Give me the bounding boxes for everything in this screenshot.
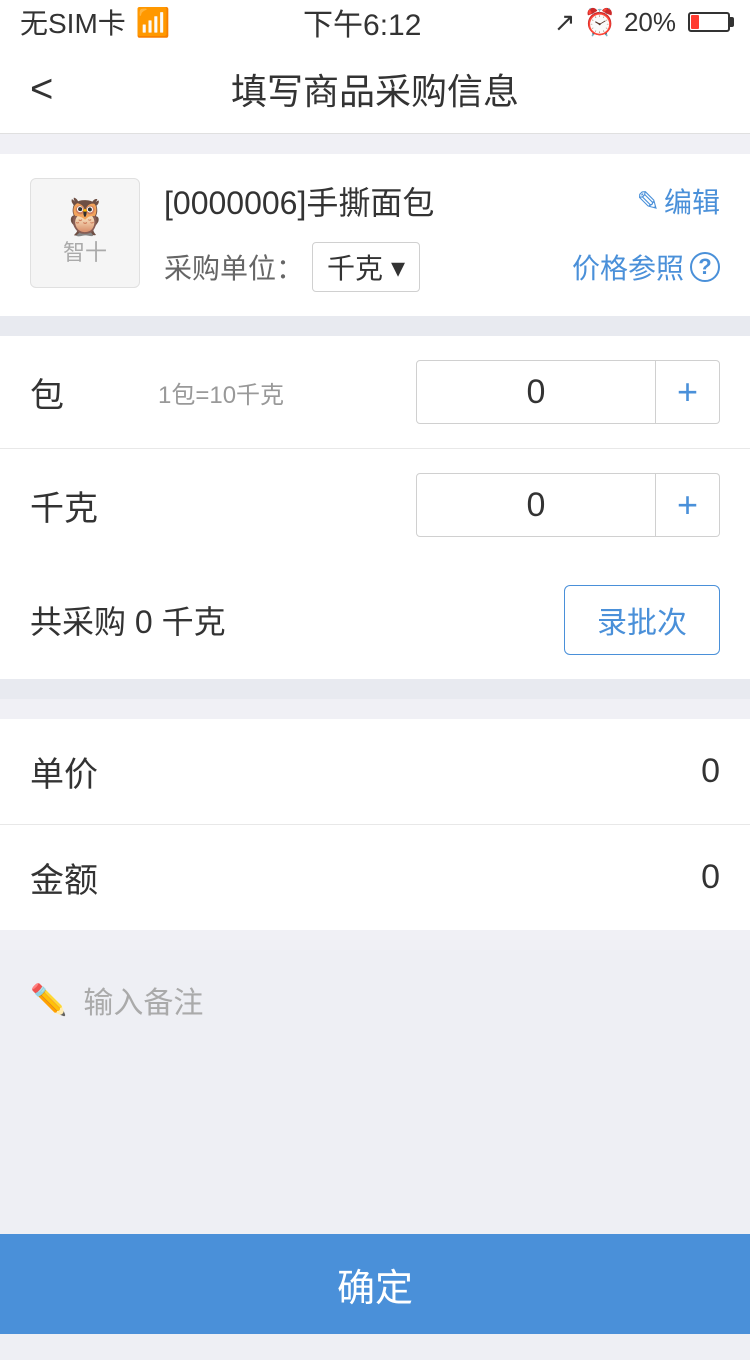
edit-label: 编辑 bbox=[664, 181, 720, 221]
qty-input-kg[interactable] bbox=[416, 473, 656, 537]
quantity-section: 包 1包=10千克 + 千克 + bbox=[0, 336, 750, 561]
price-ref-button[interactable]: 价格参照 ? bbox=[572, 247, 720, 287]
product-logo-label: 智十 bbox=[63, 235, 108, 267]
summary-text: 共采购 0 千克 bbox=[30, 597, 564, 643]
qty-controls-kg: + bbox=[416, 473, 720, 537]
product-card: 🦉 智十 [0000006]手撕面包 ✎ 编辑 采购单位： 千克 ▾ 价格参照 … bbox=[0, 154, 750, 316]
qty-controls-bag: + bbox=[416, 360, 720, 424]
product-image: 🦉 智十 bbox=[30, 178, 140, 288]
qty-sublabel-bag: 1包=10千克 bbox=[158, 375, 416, 410]
price-ref-label: 价格参照 bbox=[572, 247, 684, 287]
unit-dropdown[interactable]: 千克 ▾ bbox=[312, 242, 420, 292]
qty-label-kg: 千克 bbox=[30, 481, 150, 530]
unit-value: 千克 bbox=[327, 247, 383, 287]
amount-label: 金额 bbox=[30, 853, 701, 902]
notes-placeholder-text: 输入备注 bbox=[83, 978, 203, 1022]
unit-price-row: 单价 0 bbox=[0, 719, 750, 825]
carrier-label: 无SIM卡 bbox=[20, 2, 126, 42]
batch-record-button[interactable]: 录批次 bbox=[564, 585, 720, 655]
status-time: 下午6:12 bbox=[303, 0, 421, 44]
confirm-button[interactable]: 确定 bbox=[0, 1234, 750, 1334]
product-logo-icon: 🦉 bbox=[63, 199, 108, 235]
wifi-icon: 📶 bbox=[136, 6, 171, 39]
qty-input-bag[interactable] bbox=[416, 360, 656, 424]
amount-row: 金额 0 bbox=[0, 825, 750, 930]
notes-section[interactable]: ✏️ 输入备注 bbox=[0, 950, 750, 1050]
section-divider-1 bbox=[0, 316, 750, 336]
dropdown-arrow-icon: ▾ bbox=[391, 251, 405, 284]
battery-percent: 20% bbox=[624, 7, 676, 38]
edit-button[interactable]: ✎ 编辑 bbox=[637, 181, 720, 221]
notes-pencil-icon: ✏️ bbox=[30, 983, 67, 1018]
product-name: [0000006]手撕面包 bbox=[164, 178, 434, 224]
qty-plus-bag[interactable]: + bbox=[656, 360, 720, 424]
summary-row: 共采购 0 千克 录批次 bbox=[0, 561, 750, 679]
quantity-row-bag: 包 1包=10千克 + bbox=[0, 336, 750, 449]
product-unit-row: 采购单位： 千克 ▾ 价格参照 ? bbox=[164, 242, 720, 292]
edit-icon: ✎ bbox=[637, 185, 660, 218]
quantity-row-kg: 千克 + bbox=[0, 449, 750, 561]
unit-price-value: 0 bbox=[701, 752, 720, 791]
price-ref-help-icon: ? bbox=[690, 252, 720, 282]
status-bar: 无SIM卡 📶 下午6:12 ↗ ⏰ 20% bbox=[0, 0, 750, 44]
product-header: [0000006]手撕面包 ✎ 编辑 bbox=[164, 178, 720, 224]
qty-label-bag: 包 bbox=[30, 368, 150, 417]
page-title: 填写商品采购信息 bbox=[231, 63, 519, 115]
unit-prefix-label: 采购单位： bbox=[164, 247, 304, 287]
battery-icon bbox=[688, 12, 730, 32]
status-left: 无SIM卡 📶 bbox=[20, 2, 171, 42]
price-section: 单价 0 金额 0 bbox=[0, 719, 750, 930]
qty-plus-kg[interactable]: + bbox=[656, 473, 720, 537]
unit-price-label: 单价 bbox=[30, 747, 701, 796]
product-info: [0000006]手撕面包 ✎ 编辑 采购单位： 千克 ▾ 价格参照 ? bbox=[164, 178, 720, 292]
nav-bar: < 填写商品采购信息 bbox=[0, 44, 750, 134]
status-right: ↗ ⏰ 20% bbox=[554, 7, 730, 38]
section-divider-2 bbox=[0, 679, 750, 699]
back-button[interactable]: < bbox=[30, 69, 53, 109]
amount-value: 0 bbox=[701, 858, 720, 897]
alarm-icon: ⏰ bbox=[584, 7, 616, 38]
location-icon: ↗ bbox=[554, 7, 576, 38]
